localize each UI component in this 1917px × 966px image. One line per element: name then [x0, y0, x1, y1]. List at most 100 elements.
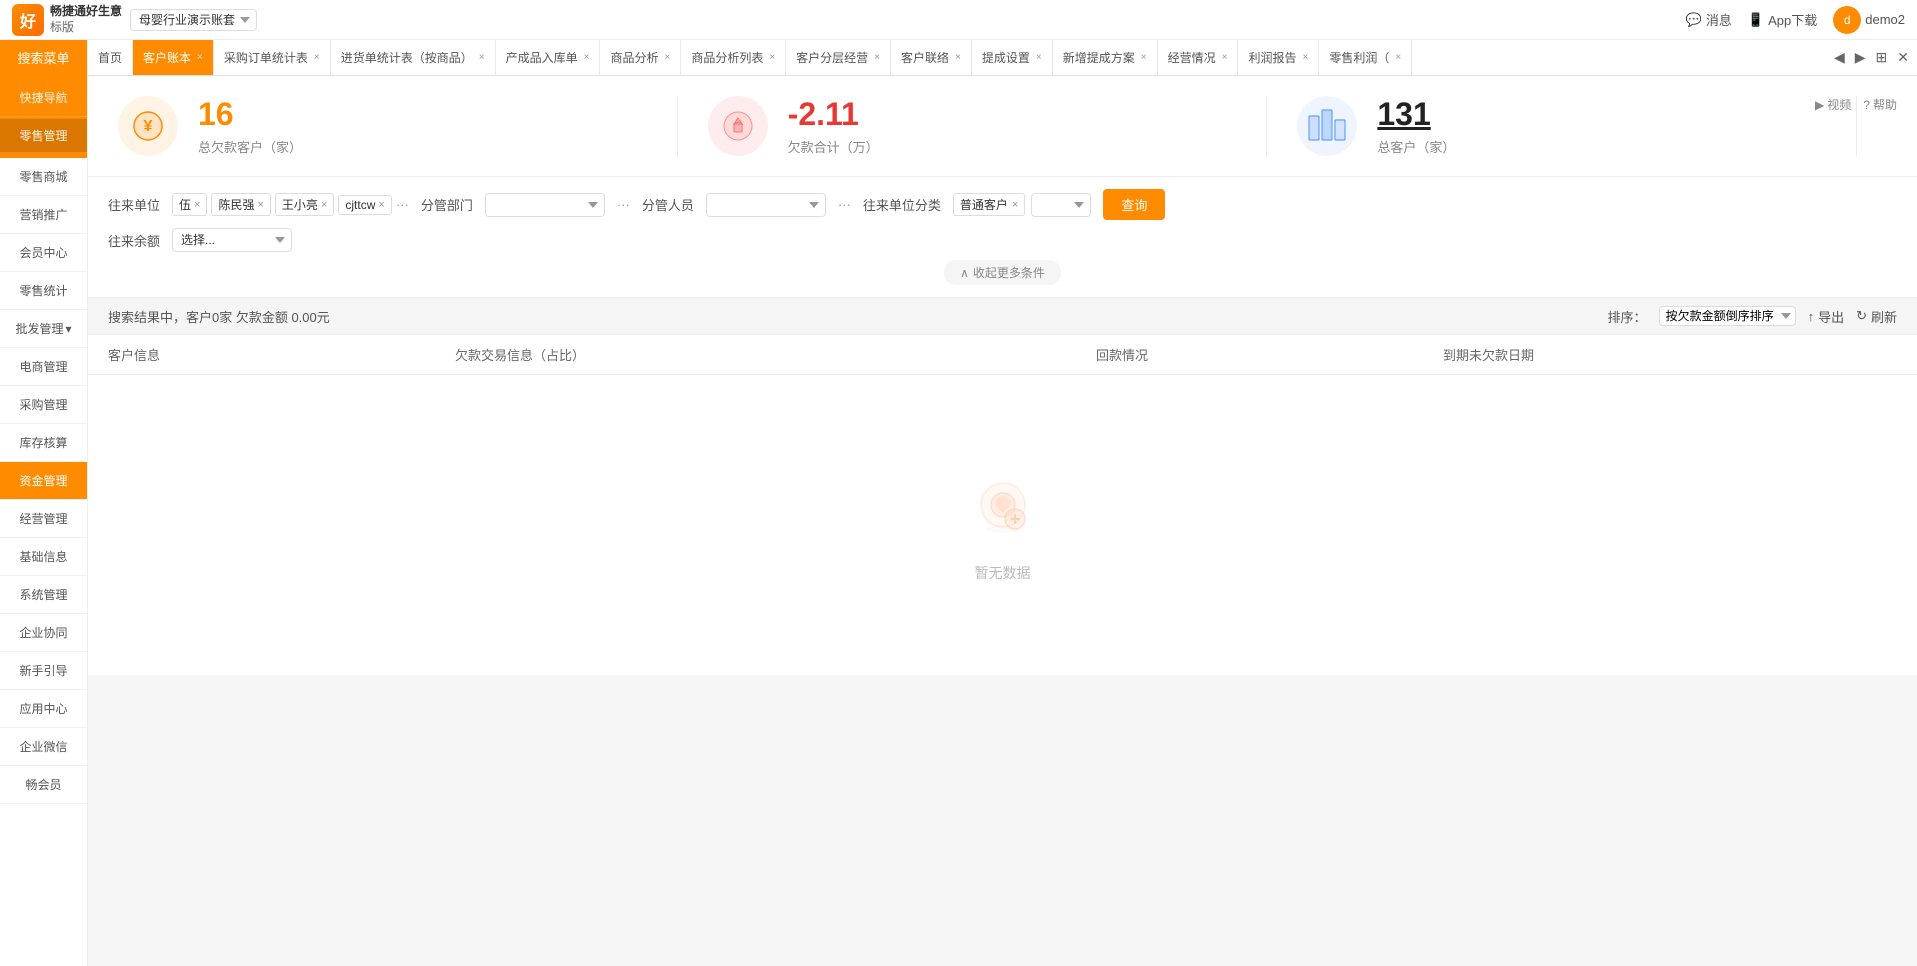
filter-tag-close-1[interactable]: ×	[257, 199, 263, 211]
tab-customer-contact[interactable]: 客户联络 ×	[891, 40, 972, 76]
balance-select[interactable]: 选择...	[172, 228, 292, 252]
sidebar-item-system[interactable]: 系统管理	[0, 576, 87, 614]
tab-new-commission[interactable]: 新增提成方案 ×	[1053, 40, 1158, 76]
tabs-expand-btn[interactable]: ⊞	[1872, 47, 1892, 68]
query-button[interactable]: 查询	[1103, 189, 1165, 220]
sort-select[interactable]: 按欠款金额倒序排序	[1659, 306, 1796, 326]
tab-home[interactable]: 首页	[88, 40, 133, 76]
stat-icon-all-customers	[1297, 96, 1357, 156]
user-menu[interactable]: d demo2	[1833, 6, 1905, 34]
data-table: 客户信息 欠款交易信息（占比） 回款情况 到期未欠款日期	[88, 335, 1917, 676]
sidebar-item-newbie[interactable]: 新手引导	[0, 652, 87, 690]
filter-tag-close-3[interactable]: ×	[378, 199, 384, 211]
tabs-prev-btn[interactable]: ◀	[1830, 47, 1849, 68]
dept-select[interactable]	[485, 193, 605, 217]
filter-tag-3[interactable]: cjttcw ×	[338, 195, 391, 215]
sidebar-item-ecommerce[interactable]: 电商管理	[0, 348, 87, 386]
sidebar-item-enterprise-collab[interactable]: 企业协同	[0, 614, 87, 652]
tab-retail-profit[interactable]: 零售利润（ ×	[1319, 40, 1412, 76]
sidebar-item-enterprise-wechat[interactable]: 企业微信	[0, 728, 87, 766]
stat-label-customers: 总欠款客户（家）	[198, 137, 302, 156]
refresh-btn[interactable]: ↻ 刷新	[1856, 307, 1897, 326]
tab-close-inbound-stats[interactable]: ×	[479, 52, 485, 63]
tab-commission-settings[interactable]: 提成设置 ×	[972, 40, 1053, 76]
tab-customer-ledger[interactable]: 客户账本 ×	[133, 40, 214, 76]
tab-operations-overview[interactable]: 经营情况 ×	[1158, 40, 1239, 76]
filter-tag-2[interactable]: 王小亮 ×	[275, 193, 334, 216]
tab-product-analysis-list[interactable]: 商品分析列表 ×	[681, 40, 786, 76]
sidebar-item-wholesale[interactable]: 批发管理 ▾	[0, 310, 87, 348]
category-tag-close[interactable]: ×	[1012, 199, 1018, 211]
content-area: 首页 客户账本 × 采购订单统计表 × 进货单统计表（按商品） × 产成品入库单…	[88, 40, 1917, 966]
tab-profit-report[interactable]: 利润报告 ×	[1238, 40, 1319, 76]
export-btn[interactable]: ↑ 导出	[1808, 307, 1845, 326]
logo-icon: 好	[12, 4, 44, 36]
tabs-close-all-btn[interactable]: ✕	[1893, 47, 1913, 68]
tab-close-purchase-order[interactable]: ×	[314, 52, 320, 63]
tab-close-product-analysis-list[interactable]: ×	[769, 52, 775, 63]
video-link[interactable]: ▶ 视频	[1815, 96, 1851, 113]
tab-close-operations-overview[interactable]: ×	[1222, 52, 1228, 63]
category-tag[interactable]: 普通客户 ×	[953, 193, 1025, 216]
category-extra-select[interactable]	[1031, 193, 1091, 217]
sidebar-search[interactable]: 搜索菜单	[0, 40, 87, 75]
dept-label: 分管部门	[421, 195, 473, 214]
video-icon: ▶	[1815, 98, 1824, 112]
tab-close-commission-settings[interactable]: ×	[1036, 52, 1042, 63]
filter-area: 往来单位 伍 × 陈民强 × 王小亮 ×	[88, 177, 1917, 298]
sidebar-item-retail-mall[interactable]: 零售商城	[0, 158, 87, 196]
sidebar-item-operations[interactable]: 经营管理	[0, 500, 87, 538]
balance-label: 往来余额	[108, 231, 160, 250]
tab-close-production-inbound[interactable]: ×	[584, 52, 590, 63]
stat-total-customers: ¥ 16 总欠款客户（家）	[118, 96, 678, 156]
app-download-link[interactable]: 📱 App下载	[1748, 10, 1817, 29]
main-layout: 搜索菜单 快捷导航 零售管理 零售商城 营销推广 会员中心 零售统计	[0, 40, 1917, 966]
tab-customer-tiering[interactable]: 客户分层经营 ×	[786, 40, 891, 76]
dept-more-icon[interactable]: ···	[617, 197, 630, 212]
sidebar-item-retail-stats[interactable]: 零售统计	[0, 272, 87, 310]
tab-purchase-order[interactable]: 采购订单统计表 ×	[214, 40, 331, 76]
empty-cell: 暂无数据	[88, 375, 1917, 676]
help-link[interactable]: ? 帮助	[1863, 96, 1897, 113]
tab-close-new-commission[interactable]: ×	[1141, 52, 1147, 63]
sidebar-nav-retail[interactable]: 零售管理	[0, 119, 87, 152]
sidebar-item-membership2[interactable]: 畅会员	[0, 766, 87, 804]
sidebar-item-base-info[interactable]: 基础信息	[0, 538, 87, 576]
tab-close-customer-ledger[interactable]: ×	[197, 52, 203, 63]
message-icon: 💬	[1686, 12, 1702, 28]
results-summary: 搜索结果中，客户0家 欠款金额 0.00元	[108, 307, 330, 326]
sidebar-nav-quicknav[interactable]: 快捷导航	[0, 81, 87, 114]
filter-tag-0[interactable]: 伍 ×	[172, 193, 207, 216]
sidebar-item-marketing[interactable]: 营销推广	[0, 196, 87, 234]
stat-text-debt: -2.11 欠款合计（万）	[788, 96, 879, 156]
tab-close-profit-report[interactable]: ×	[1302, 52, 1308, 63]
stats-actions: ▶ 视频 ? 帮助	[1815, 96, 1897, 113]
tabs-next-btn[interactable]: ▶	[1851, 47, 1870, 68]
filter-tag-close-0[interactable]: ×	[194, 199, 200, 211]
sidebar-item-inventory[interactable]: 库存核算	[0, 424, 87, 462]
tab-close-customer-contact[interactable]: ×	[955, 52, 961, 63]
tab-production-inbound[interactable]: 产成品入库单 ×	[496, 40, 601, 76]
category-select-area: 普通客户 ×	[953, 193, 1091, 217]
person-select[interactable]	[706, 193, 826, 217]
collapse-btn[interactable]: ∧ 收起更多条件	[944, 260, 1061, 285]
account-selector[interactable]: 母婴行业演示账套	[130, 9, 257, 31]
tab-product-analysis[interactable]: 商品分析 ×	[600, 40, 681, 76]
filter-tag-1[interactable]: 陈民强 ×	[211, 193, 270, 216]
stat-icon-customers: ¥	[118, 96, 178, 156]
tab-close-product-analysis[interactable]: ×	[664, 52, 670, 63]
filter-more-tags[interactable]: ···	[396, 197, 409, 212]
sidebar-item-membership[interactable]: 会员中心	[0, 234, 87, 272]
page-content: ¥ 16 总欠款客户（家）	[88, 76, 1917, 966]
sidebar-item-app-center[interactable]: 应用中心	[0, 690, 87, 728]
filter-tag-close-2[interactable]: ×	[321, 199, 327, 211]
person-more-icon[interactable]: ···	[838, 197, 851, 212]
tab-close-customer-tiering[interactable]: ×	[874, 52, 880, 63]
messages-link[interactable]: 💬 消息	[1686, 10, 1732, 29]
tab-close-retail-profit[interactable]: ×	[1395, 52, 1401, 63]
sidebar-item-finance[interactable]: 资金管理	[0, 462, 87, 500]
tab-inbound-stats[interactable]: 进货单统计表（按商品） ×	[331, 40, 496, 76]
sidebar-item-purchase[interactable]: 采购管理	[0, 386, 87, 424]
table-header-row: 客户信息 欠款交易信息（占比） 回款情况 到期未欠款日期	[88, 335, 1917, 375]
sidebar-section: 零售商城 营销推广 会员中心 零售统计 批发管理 ▾ 电商管理 采购管理 库	[0, 158, 87, 804]
